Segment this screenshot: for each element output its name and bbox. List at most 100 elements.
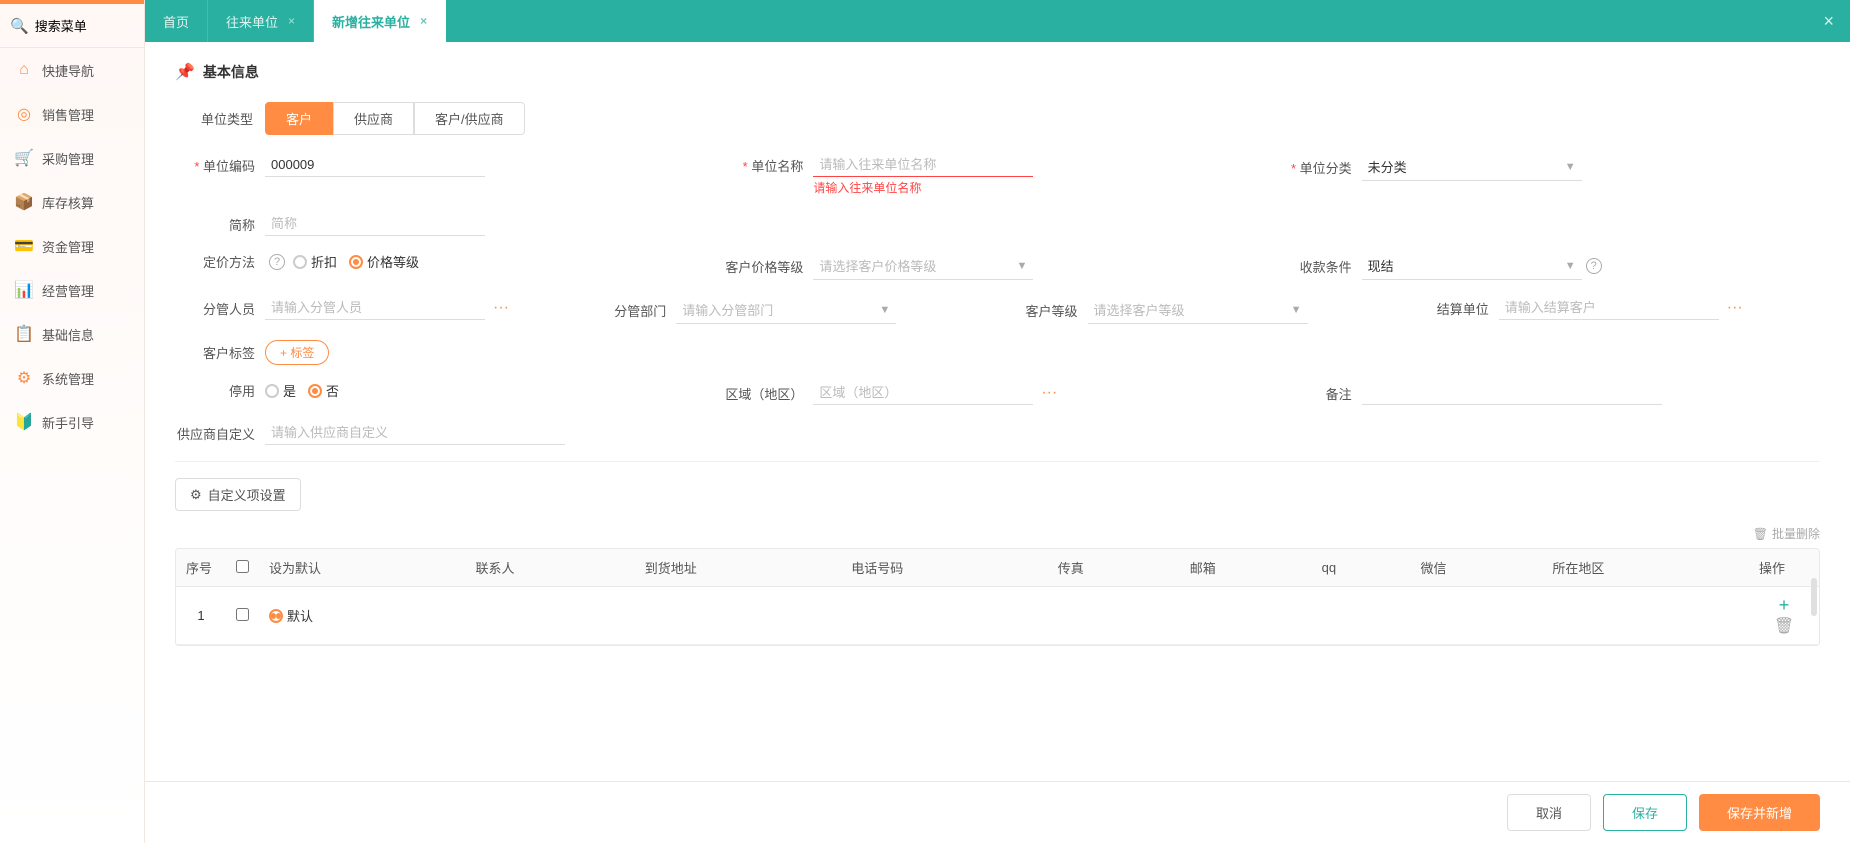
supplier-custom-input[interactable] xyxy=(265,421,565,445)
sidebar-item-label: 资金管理 xyxy=(42,237,94,256)
radio-price-level-circle xyxy=(349,255,363,269)
customer-price-level-select[interactable]: 请选择客户价格等级 ▼ xyxy=(813,252,1033,280)
sidebar-item-purchase[interactable]: 🛒 采购管理 xyxy=(0,136,144,180)
td-action: + 🗑 xyxy=(1749,587,1819,645)
unit-type-both-btn[interactable]: 客户/供应商 xyxy=(414,102,525,135)
unit-type-customer-btn[interactable]: 客户 xyxy=(265,102,333,135)
payment-terms-select[interactable]: 现结 ▼ xyxy=(1362,252,1582,280)
region-more-btn[interactable]: ··· xyxy=(1037,384,1061,402)
short-name-input[interactable] xyxy=(265,212,485,236)
save-and-new-button[interactable]: 保存并新增 xyxy=(1699,794,1820,831)
td-checkbox xyxy=(226,587,259,645)
contact-table-inner: 序号 设为默认 联系人 到货地址 电话号码 传真 邮箱 qq 微信 所在地区 操… xyxy=(176,549,1819,645)
th-checkbox xyxy=(226,549,259,587)
department-arrow: ▼ xyxy=(879,304,890,316)
form-row-manager: 分管人员 ··· 分管部门 请输入分管部门 ▼ 客户等级 请选择客户等级 ▼ 结… xyxy=(175,296,1820,324)
row-add-button[interactable]: + xyxy=(1775,595,1794,615)
sidebar-item-quick-nav[interactable]: ⌂ 快捷导航 xyxy=(0,48,144,92)
sidebar-item-sales[interactable]: ◎ 销售管理 xyxy=(0,92,144,136)
manager-more-btn[interactable]: ··· xyxy=(489,299,513,317)
field-customer-price-level: 客户价格等级 请选择客户价格等级 ▼ xyxy=(723,252,1271,280)
unit-category-value: 未分类 xyxy=(1368,157,1565,176)
form-row-tags: 客户标签 + 标签 xyxy=(175,340,1820,365)
sidebar-item-inventory[interactable]: 📦 库存核算 xyxy=(0,180,144,224)
td-default: 默认 xyxy=(259,587,466,645)
save-button[interactable]: 保存 xyxy=(1603,794,1687,831)
form-row-disabled: 停用 是 否 区域（地区） ··· 备注 xyxy=(175,381,1820,405)
td-phone xyxy=(841,587,1048,645)
field-manager: 分管人员 ··· xyxy=(175,296,586,320)
unit-name-input[interactable] xyxy=(813,153,1033,177)
unit-code-input[interactable] xyxy=(265,153,485,177)
table-row-checkbox[interactable] xyxy=(236,608,249,621)
default-radio[interactable]: 默认 xyxy=(269,606,456,625)
cancel-button[interactable]: 取消 xyxy=(1507,794,1591,831)
field-settlement-unit: 结算单位 ··· xyxy=(1409,296,1820,320)
supplier-custom-label: 供应商自定义 xyxy=(175,424,265,443)
customer-price-level-placeholder: 请选择客户价格等级 xyxy=(819,256,1016,275)
window-close-button[interactable]: × xyxy=(1807,11,1850,32)
table-header-row: 序号 设为默认 联系人 到货地址 电话号码 传真 邮箱 qq 微信 所在地区 操… xyxy=(176,549,1819,587)
radio-discount[interactable]: 折扣 xyxy=(293,252,337,271)
th-region: 所在地区 xyxy=(1542,549,1749,587)
sidebar-item-system[interactable]: ⚙ 系统管理 xyxy=(0,356,144,400)
field-disabled: 停用 是 否 xyxy=(175,381,723,400)
batch-delete-button[interactable]: 🗑 批量删除 xyxy=(1753,525,1820,542)
unit-type-supplier-btn[interactable]: 供应商 xyxy=(333,102,414,135)
sidebar-item-label: 快捷导航 xyxy=(42,61,94,80)
td-address xyxy=(635,587,842,645)
payment-terms-arrow: ▼ xyxy=(1565,260,1576,272)
field-supplier-custom: 供应商自定义 xyxy=(175,421,1820,445)
manager-input[interactable] xyxy=(265,296,485,320)
settlement-unit-label: 结算单位 xyxy=(1409,299,1499,318)
customer-level-placeholder: 请选择客户等级 xyxy=(1094,300,1291,319)
sidebar-search[interactable]: 🔍 搜索菜单 xyxy=(0,4,144,48)
pricing-help-icon[interactable]: ? xyxy=(269,254,285,270)
settlement-unit-input[interactable] xyxy=(1499,296,1719,320)
th-qq: qq xyxy=(1312,549,1411,587)
row-delete-button[interactable]: 🗑 xyxy=(1770,618,1798,635)
tab-partners[interactable]: 往来单位 × xyxy=(208,0,314,42)
radio-price-level[interactable]: 价格等级 xyxy=(349,252,419,271)
sidebar-item-base-info[interactable]: 📋 基础信息 xyxy=(0,312,144,356)
settlement-unit-more-btn[interactable]: ··· xyxy=(1723,299,1747,317)
section-icon: 📌 xyxy=(175,62,195,82)
customer-level-select[interactable]: 请选择客户等级 ▼ xyxy=(1088,296,1308,324)
field-customer-tags: 客户标签 + 标签 xyxy=(175,340,1820,365)
form-row-supplier-custom: 供应商自定义 xyxy=(175,421,1820,445)
payment-terms-help-icon[interactable]: ? xyxy=(1586,258,1602,274)
region-input[interactable] xyxy=(813,381,1033,405)
table-scrollbar[interactable] xyxy=(1811,578,1817,616)
sidebar-item-guide[interactable]: 🔰 新手引导 xyxy=(0,400,144,444)
tab-bar: 首页 往来单位 × 新增往来单位 × × xyxy=(145,0,1850,42)
unit-category-select[interactable]: 未分类 ▼ xyxy=(1362,153,1582,181)
remarks-input[interactable] xyxy=(1362,381,1662,405)
th-address: 到货地址 xyxy=(635,549,842,587)
th-contact: 联系人 xyxy=(466,549,635,587)
department-select[interactable]: 请输入分管部门 ▼ xyxy=(676,296,896,324)
disabled-label: 停用 xyxy=(175,381,265,400)
custom-settings-label: 自定义项设置 xyxy=(208,485,286,504)
add-tag-button[interactable]: + 标签 xyxy=(265,340,329,365)
unit-name-error: 请输入往来单位名称 xyxy=(813,179,1361,196)
tab-new-partner-close[interactable]: × xyxy=(420,14,427,28)
radio-disabled-yes[interactable]: 是 xyxy=(265,381,296,400)
td-qq xyxy=(1312,587,1411,645)
table-select-all-checkbox[interactable] xyxy=(236,560,249,573)
base-info-icon: 📋 xyxy=(14,324,34,344)
tab-home[interactable]: 首页 xyxy=(145,0,208,42)
sidebar-item-label: 采购管理 xyxy=(42,149,94,168)
custom-settings-button[interactable]: ⚙ 自定义项设置 xyxy=(175,478,301,511)
radio-disabled-no[interactable]: 否 xyxy=(308,381,339,400)
unit-code-label: 单位编码 xyxy=(175,156,265,175)
th-seq: 序号 xyxy=(176,549,226,587)
field-payment-terms: 收款条件 现结 ▼ ? xyxy=(1272,252,1820,280)
field-unit-name: 单位名称 请输入往来单位名称 xyxy=(723,153,1271,196)
sidebar-item-operations[interactable]: 📊 经营管理 xyxy=(0,268,144,312)
sidebar-item-finance[interactable]: 💳 资金管理 xyxy=(0,224,144,268)
section-title-text: 基本信息 xyxy=(203,62,259,82)
tab-partners-close[interactable]: × xyxy=(288,14,295,28)
tab-new-partner[interactable]: 新增往来单位 × xyxy=(314,0,446,42)
sales-icon: ◎ xyxy=(14,104,34,124)
radio-disabled-yes-circle xyxy=(265,384,279,398)
